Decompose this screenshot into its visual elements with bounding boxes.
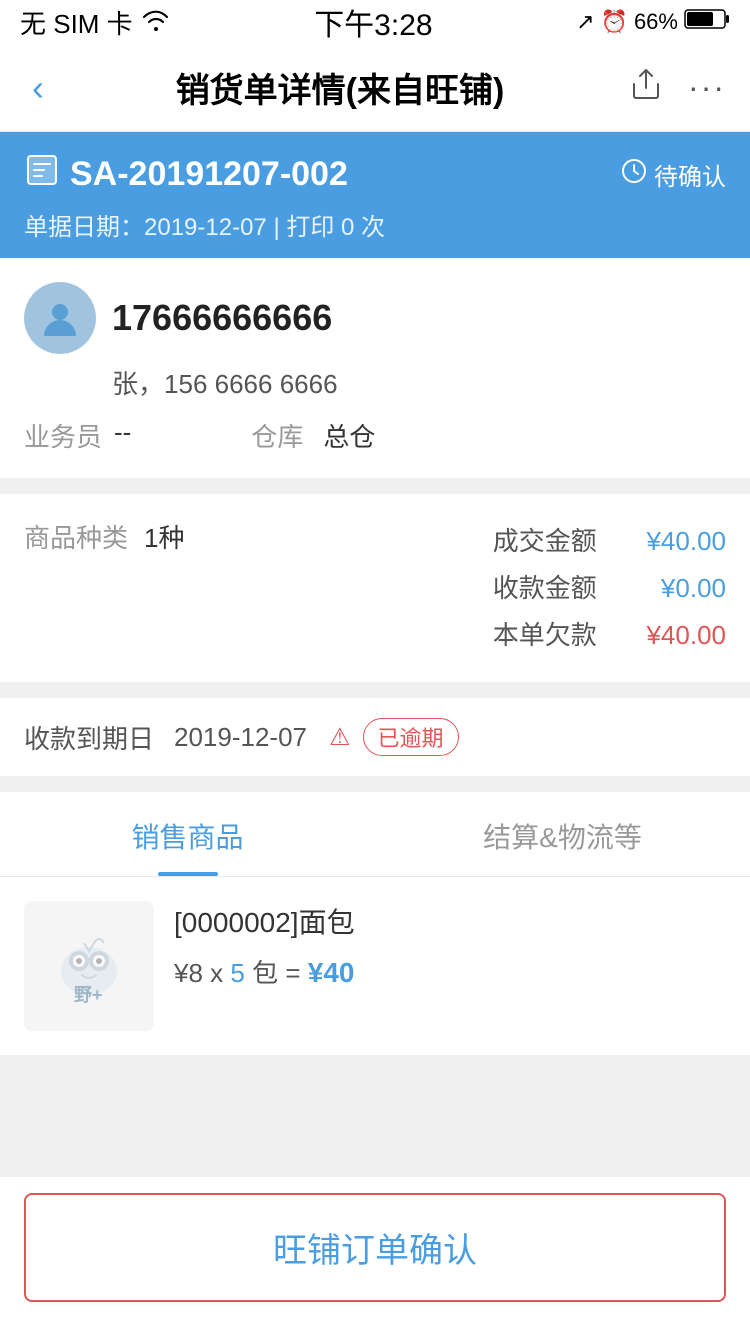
battery-text: 66%: [634, 9, 678, 35]
status-bar: 无 SIM 卡 下午3:28 ↗ ⏰ 66%: [0, 0, 750, 44]
owed-value: ¥40.00: [616, 612, 726, 659]
bottom-bar: 旺铺订单确认: [0, 1177, 750, 1334]
transaction-row: 成交金额 ¥40.00: [493, 518, 726, 565]
customer-section: 17666666666 张，156 6666 6666 业务员 -- 仓库 总仓: [0, 258, 750, 478]
transaction-value: ¥40.00: [616, 518, 726, 565]
amount-summary: 成交金额 ¥40.00 收款金额 ¥0.00 本单欠款 ¥40.00: [493, 518, 726, 658]
confirm-order-button[interactable]: 旺铺订单确认: [24, 1193, 726, 1302]
share-button[interactable]: [628, 66, 664, 109]
due-date: 2019-12-07: [174, 722, 307, 753]
product-item: 野+ [0000002]面包 ¥8 x 5 包 = ¥40: [24, 901, 726, 1031]
status-right: ↗ ⏰ 66%: [576, 8, 730, 37]
product-price-row: ¥8 x 5 包 = ¥40: [174, 953, 726, 990]
header-banner: SA-20191207-002 待确认 单据日期：2019-12-07 | 打印…: [0, 132, 750, 258]
tab-settlement[interactable]: 结算&物流等: [375, 792, 750, 876]
wifi-icon: [141, 7, 171, 38]
warehouse-label: 仓库: [251, 417, 303, 454]
product-list: 野+ [0000002]面包 ¥8 x 5 包 = ¥40: [0, 877, 750, 1055]
tabs-section: 销售商品 结算&物流等 野+: [0, 792, 750, 1055]
due-label: 收款到期日: [24, 719, 154, 756]
order-meta: 单据日期：2019-12-07 | 打印 0 次: [24, 207, 726, 242]
summary-section: 商品种类 1种 成交金额 ¥40.00 收款金额 ¥0.00 本单欠款 ¥40.…: [0, 494, 750, 682]
customer-phone: 17666666666: [112, 297, 332, 339]
order-status: 待确认: [620, 157, 726, 192]
product-thumbnail: 野+: [24, 901, 154, 1031]
overdue-badge: 已逾期: [363, 718, 459, 756]
product-qty: 5: [230, 958, 244, 988]
received-label: 收款金额: [493, 565, 597, 612]
tab-products[interactable]: 销售商品: [0, 792, 375, 876]
location-icon: ↗: [576, 9, 594, 35]
customer-sub: 张，156 6666 6666: [112, 364, 726, 401]
received-value: ¥0.00: [616, 565, 726, 612]
alarm-icon: ⏰: [601, 9, 628, 35]
product-type-row: 商品种类 1种: [24, 518, 184, 555]
svg-text:野+: 野+: [74, 985, 103, 1005]
time-display: 下午3:28: [314, 0, 432, 44]
tabs-row: 销售商品 结算&物流等: [0, 792, 750, 877]
due-date-section: 收款到期日 2019-12-07 ⚠ 已逾期: [0, 698, 750, 776]
invoice-icon: [24, 152, 60, 197]
product-type-count: 1种: [144, 518, 184, 555]
salesperson-label: 业务员: [24, 417, 102, 454]
product-name: [0000002]面包: [174, 901, 726, 941]
customer-meta: 业务员 -- 仓库 总仓: [24, 417, 726, 454]
salesperson-value: --: [114, 417, 131, 454]
product-info: [0000002]面包 ¥8 x 5 包 = ¥40: [174, 901, 726, 990]
owed-label: 本单欠款: [493, 612, 597, 659]
clock-icon: [620, 157, 648, 192]
more-button[interactable]: ···: [688, 69, 726, 106]
transaction-label: 成交金额: [493, 518, 597, 565]
sim-text: 无 SIM 卡: [20, 4, 133, 41]
owed-row: 本单欠款 ¥40.00: [493, 612, 726, 659]
warning-icon: ⚠: [329, 723, 351, 752]
page-title: 销货单详情(来自旺铺): [176, 63, 505, 112]
back-button[interactable]: ‹: [24, 67, 52, 109]
product-type-label: 商品种类: [24, 518, 128, 555]
nav-bar: ‹ 销货单详情(来自旺铺) ···: [0, 44, 750, 132]
avatar: [24, 282, 96, 354]
status-left: 无 SIM 卡: [20, 4, 171, 41]
received-row: 收款金额 ¥0.00: [493, 565, 726, 612]
product-total: ¥40: [308, 957, 355, 988]
battery-icon: [684, 8, 730, 37]
warehouse-value: 总仓: [323, 417, 375, 454]
order-id: SA-20191207-002: [24, 152, 348, 197]
